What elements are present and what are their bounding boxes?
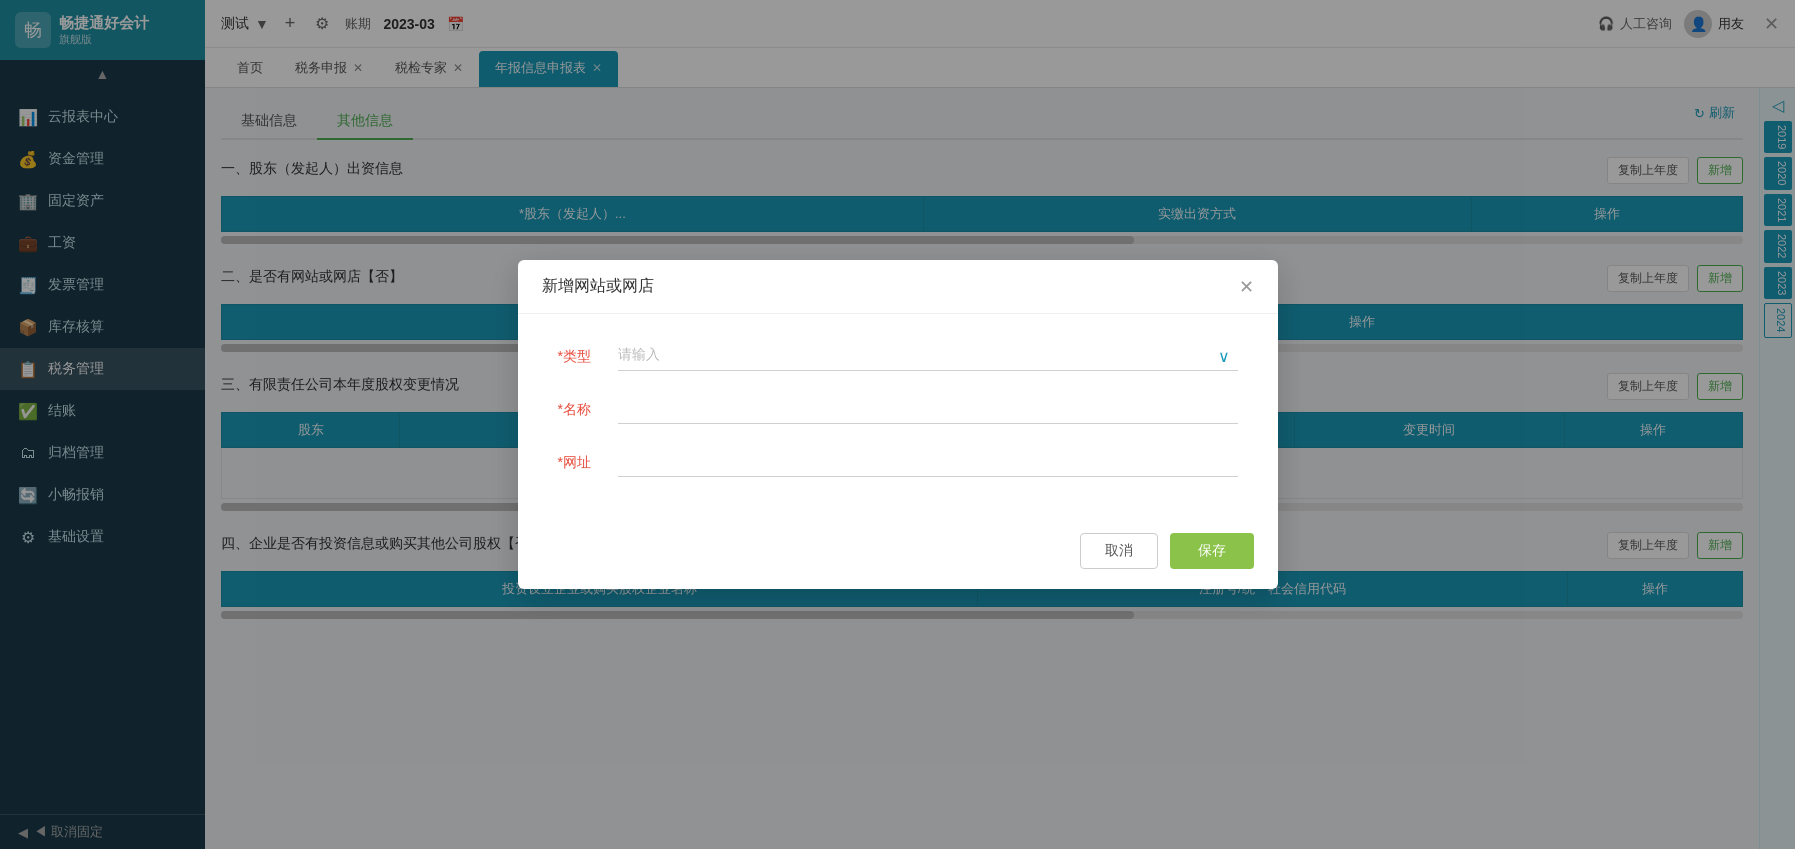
- form-label-url: *网址: [558, 454, 618, 472]
- form-row-name: *名称: [558, 395, 1238, 424]
- form-row-url: *网址: [558, 448, 1238, 477]
- dialog-body: *类型 ∨ *名称 *网址: [518, 314, 1278, 521]
- form-input-wrap-url: [618, 448, 1238, 477]
- dropdown-arrow-icon[interactable]: ∨: [1218, 347, 1230, 366]
- dialog-close-button[interactable]: ✕: [1239, 278, 1254, 296]
- form-row-type: *类型 ∨: [558, 342, 1238, 371]
- save-button[interactable]: 保存: [1170, 533, 1254, 569]
- form-input-url[interactable]: [618, 448, 1238, 472]
- cancel-button[interactable]: 取消: [1080, 533, 1158, 569]
- dialog-header: 新增网站或网店 ✕: [518, 260, 1278, 314]
- dialog-title: 新增网站或网店: [542, 276, 654, 297]
- form-label-name: *名称: [558, 401, 618, 419]
- form-label-type: *类型: [558, 348, 618, 366]
- add-website-dialog: 新增网站或网店 ✕ *类型 ∨ *名称 *网址 取消 保存: [518, 260, 1278, 589]
- form-input-wrap-type: ∨: [618, 342, 1238, 371]
- dialog-footer: 取消 保存: [518, 521, 1278, 589]
- form-input-wrap-name: [618, 395, 1238, 424]
- form-input-name[interactable]: [618, 395, 1238, 419]
- form-input-type[interactable]: [618, 342, 1238, 366]
- modal-overlay: 新增网站或网店 ✕ *类型 ∨ *名称 *网址 取消 保存: [0, 0, 1795, 849]
